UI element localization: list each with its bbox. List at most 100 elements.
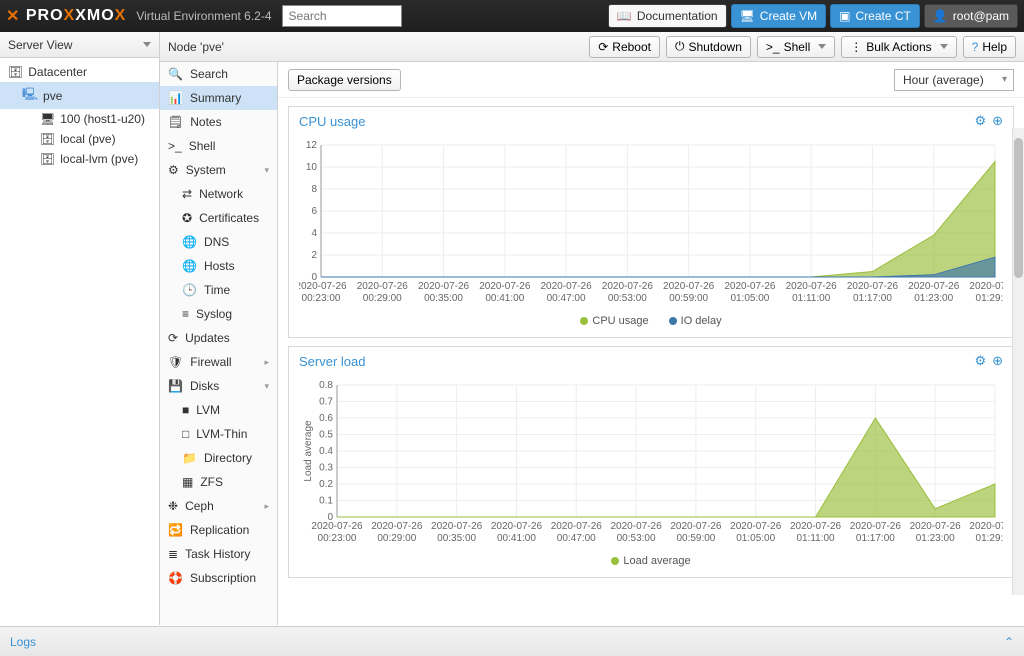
menu-syslog[interactable]: ≡Syslog bbox=[160, 302, 277, 326]
content-scroll[interactable]: CPU usage ⚙⊕ 0246810122020-07-2600:23:00… bbox=[278, 98, 1024, 625]
menu-notes[interactable]: 🗒Notes bbox=[160, 110, 277, 134]
load-chart: 00.10.20.30.40.50.60.70.82020-07-2600:23… bbox=[299, 379, 1003, 549]
svg-text:2020-07-26: 2020-07-26 bbox=[969, 281, 1003, 292]
content-toolbar: Package versions Hour (average) bbox=[278, 62, 1024, 98]
svg-text:01:11:00: 01:11:00 bbox=[796, 533, 835, 544]
chart-settings-icon[interactable]: ⚙ bbox=[974, 353, 986, 369]
svg-text:2020-07-26: 2020-07-26 bbox=[910, 521, 962, 532]
svg-text:10: 10 bbox=[306, 162, 318, 173]
reboot-button[interactable]: ⟳Reboot bbox=[589, 36, 660, 58]
chart-icon: 📊 bbox=[168, 91, 183, 105]
help-button[interactable]: ?Help bbox=[963, 36, 1016, 58]
chevron-down-icon bbox=[143, 42, 151, 47]
menu-network[interactable]: ⇄Network bbox=[160, 182, 277, 206]
tree-storage-local[interactable]: 🗄local (pve) bbox=[0, 129, 159, 149]
svg-text:00:23:00: 00:23:00 bbox=[318, 533, 357, 544]
svg-text:00:35:00: 00:35:00 bbox=[437, 533, 476, 544]
vertical-scrollbar[interactable] bbox=[1012, 128, 1024, 595]
user-icon: 👤 bbox=[933, 9, 948, 23]
svg-text:2020-07-26: 2020-07-26 bbox=[491, 521, 543, 532]
package-versions-button[interactable]: Package versions bbox=[288, 69, 401, 91]
legend-dot-io bbox=[669, 317, 677, 325]
certificate-icon: ✪ bbox=[182, 211, 192, 225]
svg-text:00:35:00: 00:35:00 bbox=[424, 293, 463, 304]
svg-text:2020-07-26: 2020-07-26 bbox=[299, 281, 347, 292]
svg-text:0.2: 0.2 bbox=[319, 479, 333, 490]
svg-text:00:29:00: 00:29:00 bbox=[363, 293, 402, 304]
user-menu-button[interactable]: 👤root@pam bbox=[924, 4, 1018, 28]
bulk-actions-button[interactable]: ⋮Bulk Actions bbox=[841, 36, 956, 58]
svg-text:00:23:00: 00:23:00 bbox=[302, 293, 341, 304]
tree-storage-local-lvm[interactable]: 🗄local-lvm (pve) bbox=[0, 149, 159, 169]
server-view-selector[interactable]: Server View bbox=[0, 32, 159, 58]
legend-dot-cpu bbox=[580, 317, 588, 325]
chevron-down-icon bbox=[818, 44, 826, 49]
shutdown-button[interactable]: ⏻Shutdown bbox=[666, 36, 751, 58]
svg-text:01:05:00: 01:05:00 bbox=[736, 533, 775, 544]
menu-task-history[interactable]: ≣Task History bbox=[160, 542, 277, 566]
chart-settings-icon[interactable]: ⚙ bbox=[974, 113, 986, 129]
svg-text:0.5: 0.5 bbox=[319, 430, 333, 441]
menu-replication[interactable]: 🔁Replication bbox=[160, 518, 277, 542]
menu-system[interactable]: ⚙System▾ bbox=[160, 158, 277, 182]
svg-text:00:47:00: 00:47:00 bbox=[557, 533, 596, 544]
chart-refresh-icon[interactable]: ⊕ bbox=[992, 353, 1003, 369]
book-icon: 📖 bbox=[617, 9, 632, 23]
documentation-button[interactable]: 📖Documentation bbox=[608, 4, 727, 28]
svg-text:2020-07-26: 2020-07-26 bbox=[969, 521, 1003, 532]
svg-text:00:41:00: 00:41:00 bbox=[485, 293, 524, 304]
menu-lvm[interactable]: ■LVM bbox=[160, 398, 277, 422]
svg-text:00:29:00: 00:29:00 bbox=[377, 533, 416, 544]
scrollbar-thumb[interactable] bbox=[1014, 138, 1023, 278]
svg-text:12: 12 bbox=[306, 140, 318, 151]
menu-hosts[interactable]: 🌐Hosts bbox=[160, 254, 277, 278]
storage-icon: 🗄 bbox=[40, 132, 55, 146]
create-ct-button[interactable]: ▣Create CT bbox=[830, 4, 920, 28]
menu-certificates[interactable]: ✪Certificates bbox=[160, 206, 277, 230]
menu-updates[interactable]: ⟳Updates bbox=[160, 326, 277, 350]
menu-firewall[interactable]: 🛡Firewall▸ bbox=[160, 350, 277, 374]
logs-panel-header[interactable]: Logs ⌃ bbox=[0, 626, 1024, 656]
tree-node-pve[interactable]: 🖳pve bbox=[0, 82, 159, 109]
list-icon: ≣ bbox=[168, 547, 178, 561]
svg-text:2020-07-26: 2020-07-26 bbox=[670, 521, 722, 532]
menu-directory[interactable]: 📁Directory bbox=[160, 446, 277, 470]
tree-vm-100[interactable]: 🖥100 (host1-u20) bbox=[0, 109, 159, 129]
svg-text:2: 2 bbox=[311, 250, 317, 261]
search-input[interactable] bbox=[282, 5, 402, 27]
shell-button[interactable]: >_Shell bbox=[757, 36, 835, 58]
refresh-icon: ⟳ bbox=[598, 40, 608, 54]
svg-text:2020-07-26: 2020-07-26 bbox=[541, 281, 593, 292]
menu-search[interactable]: 🔍Search bbox=[160, 62, 277, 86]
svg-text:2020-07-26: 2020-07-26 bbox=[908, 281, 960, 292]
chart-refresh-icon[interactable]: ⊕ bbox=[992, 113, 1003, 129]
menu-dns[interactable]: 🌐DNS bbox=[160, 230, 277, 254]
svg-text:2020-07-26: 2020-07-26 bbox=[724, 281, 776, 292]
svg-text:01:17:00: 01:17:00 bbox=[853, 293, 892, 304]
node-title: Node 'pve' bbox=[168, 40, 583, 54]
legend-dot-load bbox=[611, 557, 619, 565]
menu-shell[interactable]: >_Shell bbox=[160, 134, 277, 158]
menu-time[interactable]: 🕒Time bbox=[160, 278, 277, 302]
svg-text:2020-07-26: 2020-07-26 bbox=[786, 281, 838, 292]
svg-text:0.1: 0.1 bbox=[319, 496, 333, 507]
logo: ✕ PROXXMOX bbox=[6, 6, 126, 26]
menu-lvm-thin[interactable]: □LVM-Thin bbox=[160, 422, 277, 446]
hdd-icon: 💾 bbox=[168, 379, 183, 393]
svg-text:4: 4 bbox=[311, 228, 317, 239]
menu-ceph[interactable]: ❉Ceph▸ bbox=[160, 494, 277, 518]
menu-icon: ⋮ bbox=[850, 40, 862, 54]
menu-subscription[interactable]: 🛟Subscription bbox=[160, 566, 277, 590]
time-range-selector[interactable]: Hour (average) bbox=[894, 69, 1014, 91]
globe-icon: 🌐 bbox=[182, 235, 197, 249]
tree-datacenter[interactable]: 🗄Datacenter bbox=[0, 62, 159, 82]
server-icon: 🗄 bbox=[8, 65, 23, 79]
create-vm-button[interactable]: 🖥Create VM bbox=[731, 4, 827, 28]
menu-summary[interactable]: 📊Summary bbox=[160, 86, 277, 110]
svg-text:01:11:00: 01:11:00 bbox=[792, 293, 831, 304]
resource-tree: 🗄Datacenter 🖳pve 🖥100 (host1-u20) 🗄local… bbox=[0, 58, 159, 625]
svg-text:0.7: 0.7 bbox=[319, 397, 333, 408]
menu-zfs[interactable]: ▦ZFS bbox=[160, 470, 277, 494]
menu-disks[interactable]: 💾Disks▾ bbox=[160, 374, 277, 398]
chevron-down-icon: ▾ bbox=[264, 165, 269, 176]
